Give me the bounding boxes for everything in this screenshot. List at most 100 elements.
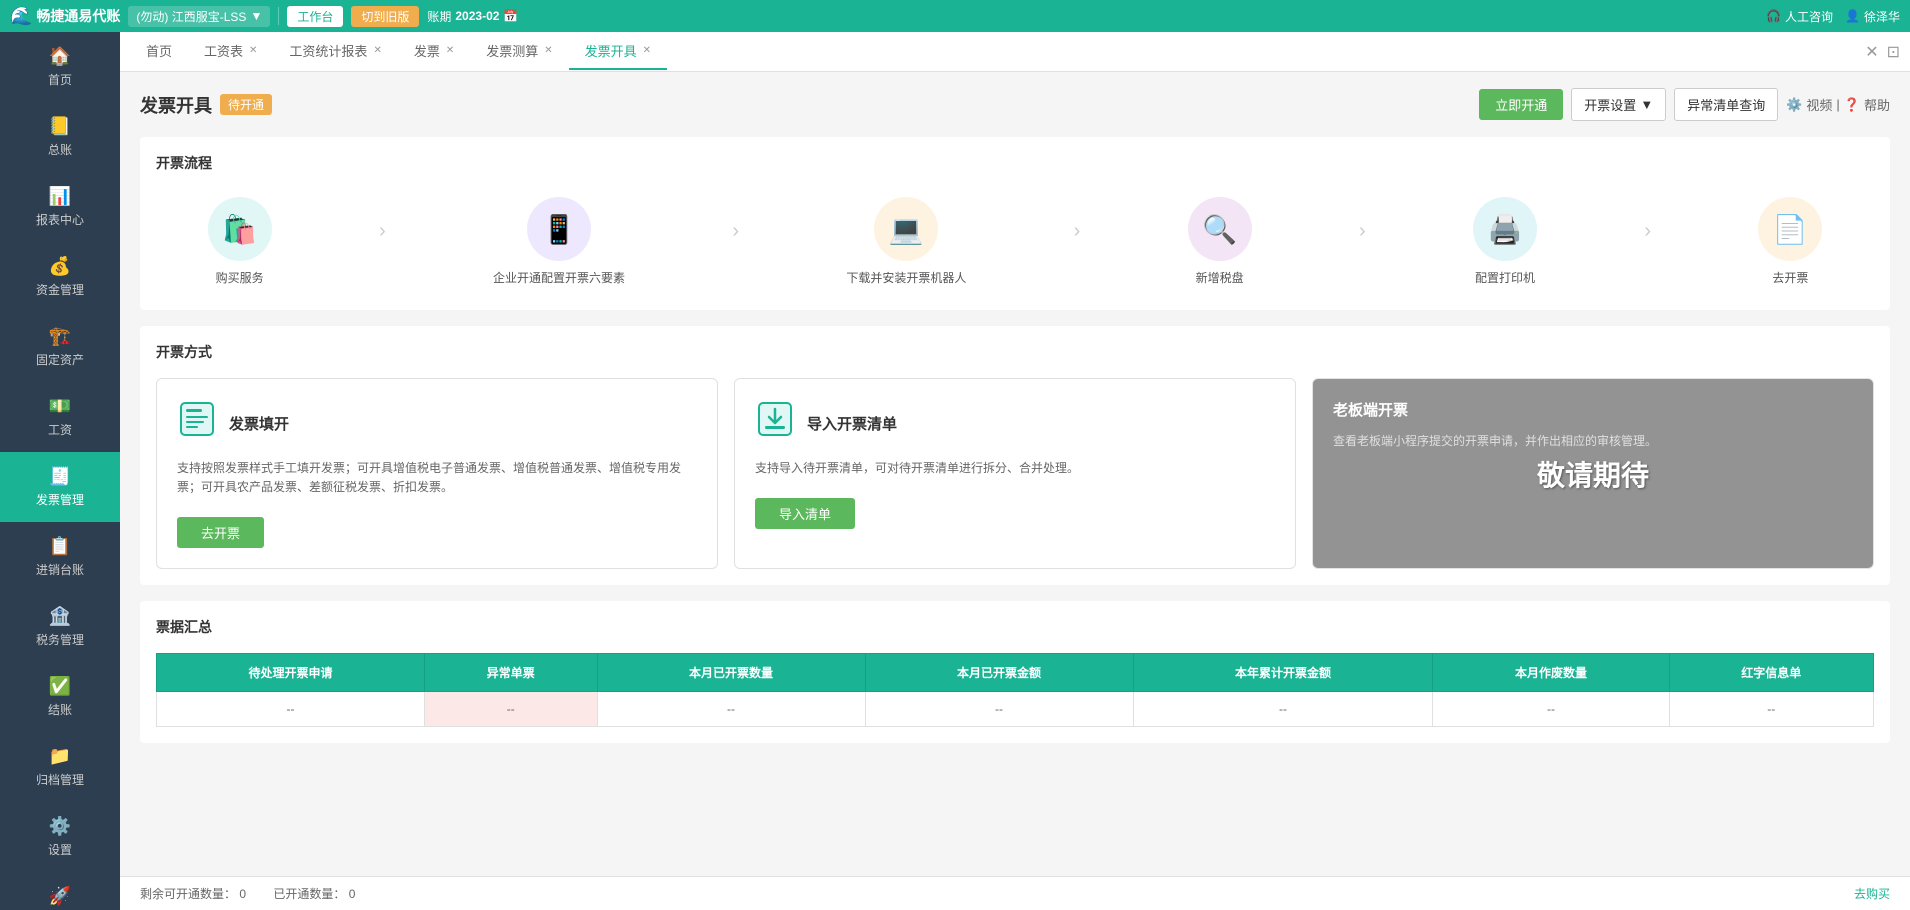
tab-invoice-tools[interactable]: 发票开具 ✕ — [569, 33, 667, 70]
close-all-tabs-button[interactable]: ✕ — [1865, 42, 1878, 62]
val-abnormal: -- — [425, 692, 598, 727]
val-pending: -- — [157, 692, 425, 727]
old-version-button[interactable]: 切到旧版 — [351, 6, 419, 27]
boss-invoice-header: 老板端开票 — [1333, 399, 1853, 420]
sidebar-item-new-user-guide[interactable]: 🚀 新手引导 — [0, 872, 120, 910]
service-label: 人工咨询 — [1785, 8, 1833, 25]
coming-soon-label: 敬请期待 — [1537, 454, 1649, 494]
company-selector[interactable]: (勿动) 江西服宝-LSS ▼ — [128, 6, 270, 27]
tab-salary-report[interactable]: 工资统计报表 ✕ — [273, 33, 397, 70]
tab-invoice-calc-close[interactable]: ✕ — [544, 45, 552, 56]
top-bar-right: 🎧 人工咨询 👤 徐泽华 — [1766, 8, 1900, 25]
ledger-icon: 📒 — [49, 116, 71, 137]
bottom-bar: 剩余可开通数量： 0 已开通数量： 0 去购买 — [120, 876, 1910, 910]
process-section-title: 开票流程 — [156, 153, 1874, 173]
tab-salary-report-close[interactable]: ✕ — [373, 45, 381, 56]
sidebar-item-settlement[interactable]: ✅ 结账 — [0, 662, 120, 732]
sidebar-item-fund-management[interactable]: 💰 资金管理 — [0, 242, 120, 312]
assets-icon: 🏗️ — [49, 326, 71, 347]
tab-bar: 首页 工资表 ✕ 工资统计报表 ✕ 发票 ✕ 发票测算 ✕ 发票开具 ✕ — [120, 32, 1910, 72]
sidebar-label-fixed-assets: 固定资产 — [36, 351, 84, 368]
top-bar: 🌊 畅捷通易代账 (勿动) 江西服宝-LSS ▼ 工作台 切到旧版 账期 202… — [0, 0, 1910, 32]
tax-icon: 🏦 — [49, 606, 71, 627]
sidebar-item-fixed-assets[interactable]: 🏗️ 固定资产 — [0, 312, 120, 382]
val-void-count: -- — [1433, 692, 1669, 727]
sidebar-item-purchase-sales[interactable]: 📋 进销台账 — [0, 522, 120, 592]
page-header: 发票开具 待开通 立即开通 开票设置 ▼ 异常清单查询 ⚙️ 视频 | ❓ — [140, 88, 1890, 121]
process-step-issue-invoice[interactable]: 📄 去开票 — [1758, 197, 1822, 286]
val-monthly-count: -- — [597, 692, 865, 727]
invoice-methods: 发票填开 支持按照发票样式手工填开发票；可开具增值税电子普通发票、增值税普通发票… — [156, 378, 1874, 569]
page-title: 发票开具 — [140, 92, 212, 118]
calendar-icon[interactable]: 📅 — [503, 9, 518, 23]
settlement-icon: ✅ — [49, 676, 71, 697]
sidebar-item-invoice-management[interactable]: 🧾 发票管理 — [0, 452, 120, 522]
immediate-open-button[interactable]: 立即开通 — [1479, 89, 1563, 120]
app-name: 畅捷通易代账 — [36, 6, 120, 26]
tab-invoice-tools-close[interactable]: ✕ — [643, 45, 651, 56]
opened-label: 已开通数量： — [273, 887, 345, 901]
tab-invoice-close[interactable]: ✕ — [446, 45, 454, 56]
tab-invoice-calc[interactable]: 发票测算 ✕ — [470, 33, 568, 70]
download-robot-label: 下载并安装开票机器人 — [846, 269, 966, 286]
tab-invoice-label: 发票 — [414, 41, 440, 60]
workstation-button[interactable]: 工作台 — [287, 6, 343, 27]
tab-home[interactable]: 首页 — [130, 33, 188, 70]
col-monthly-amount: 本月已开票金额 — [865, 654, 1133, 692]
sidebar-label-purchase-sales: 进销台账 — [36, 561, 84, 578]
open-settings-button[interactable]: 开票设置 ▼ — [1571, 88, 1666, 121]
divider — [278, 7, 279, 25]
manual-fill-title: 发票填开 — [229, 413, 289, 434]
help-icon: ❓ — [1844, 97, 1860, 113]
val-monthly-amount: -- — [865, 692, 1133, 727]
process-step-config-elements[interactable]: 📱 企业开通配置开票六要素 — [493, 197, 625, 286]
guide-icon: 🚀 — [49, 886, 71, 907]
view-label[interactable]: 视频 — [1806, 95, 1832, 114]
col-monthly-count: 本月已开票数量 — [597, 654, 865, 692]
arrow-3: › — [1074, 220, 1081, 263]
process-step-add-taxbox[interactable]: 🔍 新增税盘 — [1188, 197, 1252, 286]
method-card-boss-invoice: 老板端开票 查看老板端小程序提交的开票申请，并作出相应的审核管理。 敬请期待 — [1312, 378, 1874, 569]
sidebar-item-settings[interactable]: ⚙️ 设置 — [0, 802, 120, 872]
sidebar-item-payroll[interactable]: 💵 工资 — [0, 382, 120, 452]
sidebar-label-home: 首页 — [48, 71, 72, 88]
sidebar-item-general-ledger[interactable]: 📒 总账 — [0, 102, 120, 172]
remaining-label: 剩余可开通数量： — [140, 887, 236, 901]
process-step-download-robot[interactable]: 💻 下载并安装开票机器人 — [846, 197, 966, 286]
process-step-buy-service[interactable]: 🛍️ 购买服务 — [208, 197, 272, 286]
tab-invoice[interactable]: 发票 ✕ — [398, 33, 470, 70]
manual-fill-button[interactable]: 去开票 — [177, 517, 264, 548]
sidebar-label-fund-management: 资金管理 — [36, 281, 84, 298]
method-card-manual-fill: 发票填开 支持按照发票样式手工填开发票；可开具增值税电子普通发票、增值税普通发票… — [156, 378, 718, 569]
tab-salary-table-close[interactable]: ✕ — [249, 45, 257, 56]
help-label[interactable]: 帮助 — [1864, 95, 1890, 114]
sidebar-item-home[interactable]: 🏠 首页 — [0, 32, 120, 102]
import-list-header: 导入开票清单 — [755, 399, 1275, 447]
period-value: 2023-02 — [455, 9, 499, 23]
summary-data-row: -- -- -- -- -- -- -- — [157, 692, 1874, 727]
sidebar-item-report-center[interactable]: 📊 报表中心 — [0, 172, 120, 242]
sidebar: 🏠 首页 📒 总账 📊 报表中心 💰 资金管理 🏗️ 固定资产 💵 工资 🧾 发… — [0, 32, 120, 910]
bottom-info: 剩余可开通数量： 0 已开通数量： 0 — [140, 885, 355, 902]
settings-dropdown-icon: ▼ — [1640, 97, 1653, 112]
restore-tabs-button[interactable]: ⊡ — [1887, 42, 1900, 62]
tab-salary-table[interactable]: 工资表 ✕ — [188, 33, 273, 70]
sidebar-label-archive-management: 归档管理 — [36, 771, 84, 788]
summary-table: 待处理开票申请 异常单票 本月已开票数量 本月已开票金额 本年累计开票金额 本月… — [156, 653, 1874, 727]
arrow-1: › — [379, 220, 386, 263]
val-yearly-amount: -- — [1133, 692, 1433, 727]
manual-fill-header: 发票填开 — [177, 399, 697, 447]
arrow-5: › — [1644, 220, 1651, 263]
sidebar-item-archive-management[interactable]: 📁 归档管理 — [0, 732, 120, 802]
service-icon: 🎧 — [1766, 9, 1781, 23]
user-service[interactable]: 🎧 人工咨询 — [1766, 8, 1833, 25]
method-card-import-list: 导入开票清单 支持导入待开票清单，可对待开票清单进行拆分、合并处理。 导入清单 — [734, 378, 1296, 569]
home-icon: 🏠 — [49, 46, 71, 67]
import-list-button[interactable]: 导入清单 — [755, 498, 855, 529]
process-step-config-printer[interactable]: 🖨️ 配置打印机 — [1473, 197, 1537, 286]
sidebar-item-tax-management[interactable]: 🏦 税务管理 — [0, 592, 120, 662]
summary-header-row: 待处理开票申请 异常单票 本月已开票数量 本月已开票金额 本年累计开票金额 本月… — [157, 654, 1874, 692]
abnormal-query-button[interactable]: 异常清单查询 — [1674, 88, 1778, 121]
user-avatar[interactable]: 👤 徐泽华 — [1845, 8, 1900, 25]
buy-link[interactable]: 去购买 — [1854, 885, 1890, 902]
